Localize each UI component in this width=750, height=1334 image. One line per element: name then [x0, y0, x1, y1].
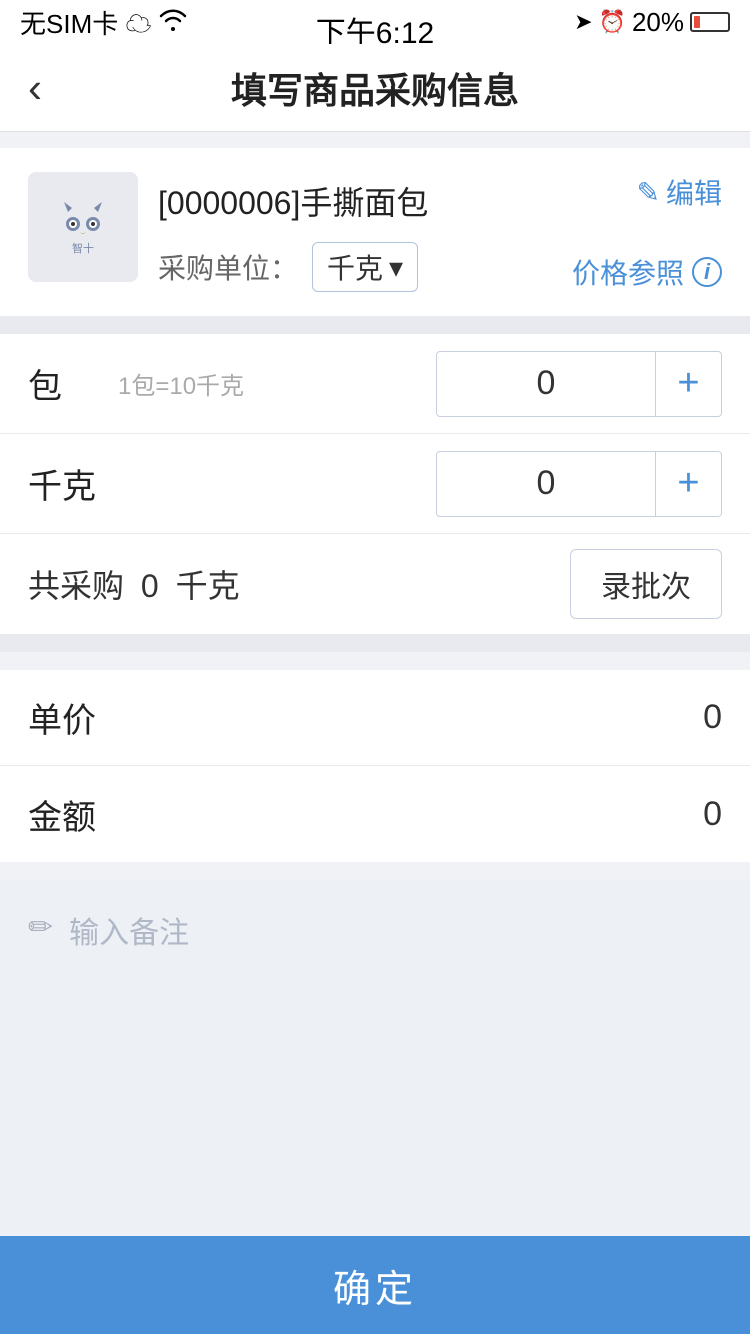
- confirm-button-label: 确定: [333, 1258, 417, 1313]
- unit-price-row: 单价 0: [0, 670, 750, 766]
- remark-section[interactable]: ✏ 输入备注: [0, 880, 750, 980]
- summary-text: 共采购 0 千克: [28, 561, 240, 607]
- status-left: 无SIM卡 ☁: [20, 4, 187, 41]
- kg-qty-input[interactable]: [436, 451, 656, 517]
- location-icon: ➤: [574, 9, 592, 35]
- input-section: 包 1包=10千克 + 千克 +: [0, 334, 750, 534]
- divider-2: [0, 634, 750, 652]
- content-area: [0, 980, 750, 1280]
- product-card: 智十 [0000006]手撕面包 采购单位： 千克 ▾ ✎ 编辑 价格参照 i: [0, 148, 750, 316]
- amount-label: 金额: [28, 790, 96, 839]
- bag-sublabel: 1包=10千克: [118, 366, 244, 401]
- pencil-icon: ✏: [28, 910, 53, 945]
- bag-input-wrap: +: [244, 351, 722, 417]
- product-logo: 智十: [48, 192, 118, 262]
- svg-text:智十: 智十: [72, 241, 94, 255]
- product-thumbnail: 智十: [28, 172, 138, 282]
- unit-select[interactable]: 千克 ▾: [312, 242, 418, 292]
- info-icon: i: [692, 257, 722, 287]
- remark-placeholder: 输入备注: [69, 908, 189, 952]
- unit-price-value: 0: [703, 698, 722, 737]
- amount-row: 金额 0: [0, 766, 750, 862]
- bag-label: 包: [28, 359, 108, 408]
- summary-prefix: 共采购: [28, 568, 124, 604]
- back-button[interactable]: ‹: [28, 67, 42, 109]
- price-ref-button[interactable]: 价格参照 i: [572, 252, 722, 292]
- kg-plus-button[interactable]: +: [656, 451, 722, 517]
- kg-input-row: 千克 +: [0, 434, 750, 534]
- kg-input-wrap: +: [108, 451, 722, 517]
- confirm-button[interactable]: 确定: [0, 1236, 750, 1334]
- amount-value: 0: [703, 795, 722, 834]
- status-right: ➤ ⏰ 20%: [574, 7, 730, 38]
- battery-percent: 20%: [632, 7, 684, 38]
- purchase-unit-label: 采购单位：: [158, 247, 298, 287]
- status-bar: 无SIM卡 ☁ 下午6:12 ➤ ⏰ 20%: [0, 0, 750, 44]
- price-ref-label: 价格参照: [572, 252, 684, 292]
- alarm-icon: ⏰: [599, 9, 626, 35]
- no-sim-label: 无SIM卡 ☁: [20, 4, 151, 41]
- summary-amount: 0: [141, 568, 159, 604]
- edit-label: 编辑: [666, 172, 722, 212]
- edit-icon: ✎: [637, 176, 660, 209]
- battery-icon: [690, 12, 730, 32]
- summary-unit: 千克: [176, 568, 240, 604]
- page-title: 填写商品采购信息: [231, 62, 519, 114]
- nav-bar: ‹ 填写商品采购信息: [0, 44, 750, 132]
- summary-row: 共采购 0 千克 录批次: [0, 534, 750, 634]
- record-batch-button[interactable]: 录批次: [570, 549, 722, 619]
- bag-input-row: 包 1包=10千克 +: [0, 334, 750, 434]
- kg-label: 千克: [28, 459, 108, 508]
- unit-price-label: 单价: [28, 693, 96, 742]
- divider-1: [0, 316, 750, 334]
- bag-plus-button[interactable]: +: [656, 351, 722, 417]
- detail-section: 单价 0 金额 0: [0, 670, 750, 862]
- wifi-icon: [159, 7, 187, 38]
- edit-button[interactable]: ✎ 编辑: [637, 172, 722, 212]
- bag-qty-input[interactable]: [436, 351, 656, 417]
- unit-value: 千克: [327, 247, 383, 287]
- dropdown-icon: ▾: [389, 251, 403, 284]
